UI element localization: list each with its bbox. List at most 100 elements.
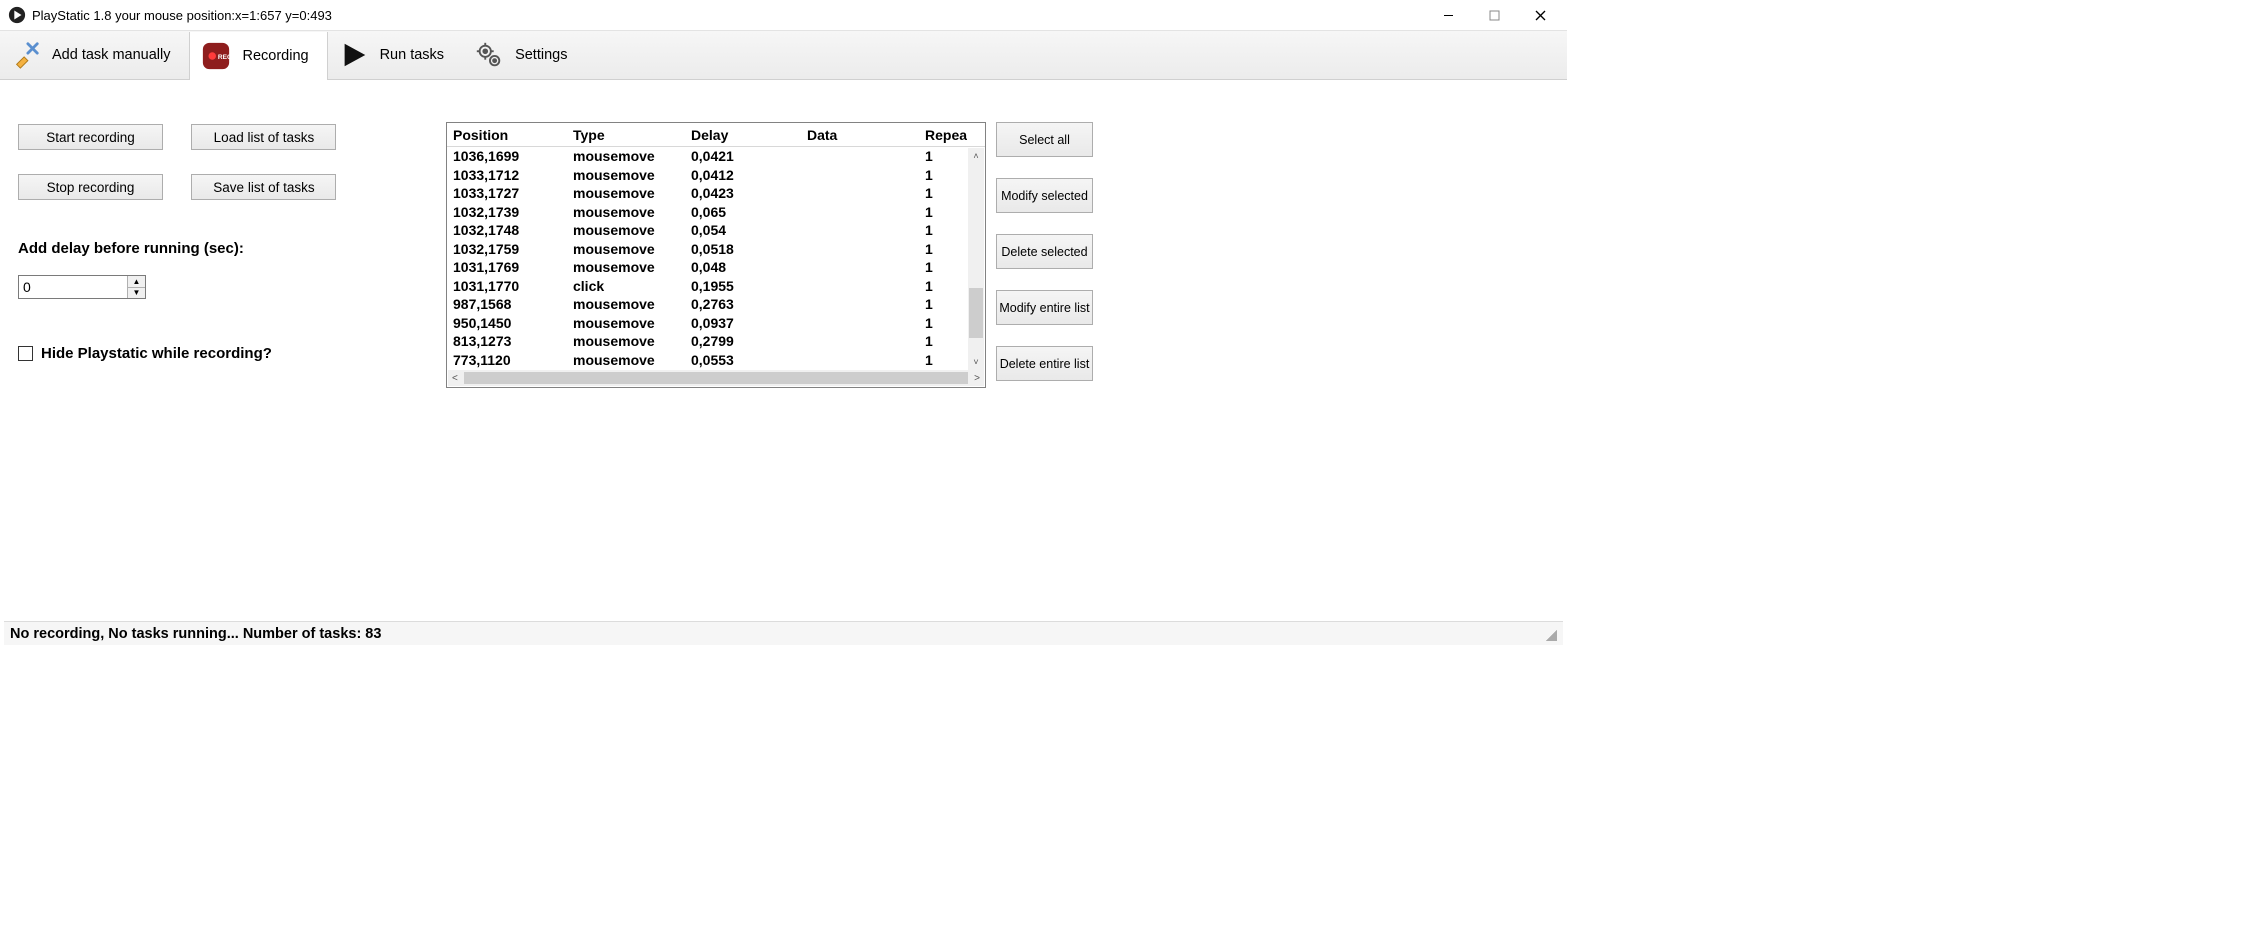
col-position[interactable]: Position: [447, 127, 567, 143]
col-type[interactable]: Type: [567, 127, 685, 143]
cell-type: mousemove: [567, 204, 685, 220]
cell-repeat: 1: [919, 352, 967, 368]
tasks-table[interactable]: Position Type Delay Data Repea 1036,1699…: [446, 122, 986, 388]
start-recording-button[interactable]: Start recording: [18, 124, 163, 150]
hide-checkbox[interactable]: [18, 346, 33, 361]
stop-recording-button[interactable]: Stop recording: [18, 174, 163, 200]
cell-repeat: 1: [919, 204, 967, 220]
table-row[interactable]: 950,1450mousemove0,09371: [447, 314, 985, 333]
spinner-up-icon[interactable]: ▲: [128, 276, 145, 288]
wrench-icon: [10, 39, 42, 71]
hscroll-track[interactable]: [464, 372, 968, 384]
tab-add-task-manually[interactable]: Add task manually: [0, 31, 189, 79]
delay-input[interactable]: [19, 276, 127, 298]
spinner-down-icon[interactable]: ▼: [128, 288, 145, 299]
cell-type: mousemove: [567, 241, 685, 257]
gear-icon: [473, 39, 505, 71]
minimize-button[interactable]: [1425, 0, 1471, 30]
tab-label: Recording: [242, 48, 308, 64]
window-title: PlayStatic 1.8 your mouse position:x=1:6…: [32, 8, 332, 23]
scroll-down-icon[interactable]: ˅: [968, 354, 984, 370]
table-row[interactable]: 1032,1739mousemove0,065 1: [447, 203, 985, 222]
hide-checkbox-label: Hide Playstatic while recording?: [41, 345, 272, 362]
cell-position: 987,1568: [447, 296, 567, 312]
play-icon: [338, 39, 370, 71]
modify-selected-button[interactable]: Modify selected: [996, 178, 1093, 213]
scroll-up-icon[interactable]: ˄: [968, 148, 984, 164]
toolbar: Add task manually REC Recording Run task…: [0, 30, 1567, 80]
cell-delay: 0,2763: [685, 296, 801, 312]
maximize-button[interactable]: [1471, 0, 1517, 30]
col-data[interactable]: Data: [801, 127, 919, 143]
cell-delay: 0,065: [685, 204, 801, 220]
delay-spinner[interactable]: ▲ ▼: [18, 275, 146, 299]
table-row[interactable]: 1033,1712mousemove0,04121: [447, 166, 985, 185]
cell-type: click: [567, 278, 685, 294]
cell-repeat: 1: [919, 259, 967, 275]
cell-type: mousemove: [567, 222, 685, 238]
tab-recording[interactable]: REC Recording: [189, 32, 327, 80]
cell-delay: 0,0518: [685, 241, 801, 257]
right-panel: Select all Modify selected Delete select…: [996, 122, 1093, 402]
scroll-left-icon[interactable]: <: [452, 373, 458, 384]
scroll-thumb[interactable]: [969, 288, 983, 338]
horizontal-scrollbar[interactable]: < >: [448, 370, 984, 386]
cell-type: mousemove: [567, 315, 685, 331]
cell-position: 1036,1699: [447, 148, 567, 164]
load-list-button[interactable]: Load list of tasks: [191, 124, 336, 150]
table-row[interactable]: 987,1568mousemove0,2763 1: [447, 295, 985, 314]
cell-position: 1033,1727: [447, 185, 567, 201]
cell-repeat: 1: [919, 296, 967, 312]
delay-label: Add delay before running (sec):: [18, 240, 438, 257]
cell-position: 1031,1770: [447, 278, 567, 294]
cell-type: mousemove: [567, 259, 685, 275]
col-repeat[interactable]: Repea: [919, 127, 967, 143]
select-all-button[interactable]: Select all: [996, 122, 1093, 157]
table-row[interactable]: 1032,1748mousemove0,0541: [447, 221, 985, 240]
table-row[interactable]: 773,1120mousemove0,05531: [447, 351, 985, 370]
cell-position: 950,1450: [447, 315, 567, 331]
table-row[interactable]: 1036,1699mousemove0,04211: [447, 147, 985, 166]
tab-label: Add task manually: [52, 47, 170, 63]
spinner-arrows[interactable]: ▲ ▼: [127, 276, 145, 298]
table-header[interactable]: Position Type Delay Data Repea: [447, 123, 985, 147]
app-play-icon: [8, 6, 26, 24]
cell-delay: 0,0553: [685, 352, 801, 368]
cell-type: mousemove: [567, 148, 685, 164]
tab-run-tasks[interactable]: Run tasks: [328, 31, 463, 79]
cell-position: 1032,1739: [447, 204, 567, 220]
cell-delay: 0,0412: [685, 167, 801, 183]
tab-label: Run tasks: [380, 47, 444, 63]
cell-type: mousemove: [567, 352, 685, 368]
table-row[interactable]: 813,1273mousemove0,27991: [447, 332, 985, 351]
close-button[interactable]: [1517, 0, 1563, 30]
titlebar: PlayStatic 1.8 your mouse position:x=1:6…: [0, 0, 1567, 30]
cell-delay: 0,048: [685, 259, 801, 275]
scroll-right-icon[interactable]: >: [974, 373, 980, 384]
record-icon: REC: [200, 40, 232, 72]
table-row[interactable]: 1031,1769mousemove0,0481: [447, 258, 985, 277]
cell-delay: 0,1955: [685, 278, 801, 294]
table-body[interactable]: 1036,1699mousemove0,042111033,1712mousem…: [447, 147, 985, 371]
cell-position: 813,1273: [447, 333, 567, 349]
cell-type: mousemove: [567, 333, 685, 349]
cell-type: mousemove: [567, 185, 685, 201]
vertical-scrollbar[interactable]: ˄ ˅: [968, 148, 984, 370]
modify-entire-list-button[interactable]: Modify entire list: [996, 290, 1093, 325]
resize-grip-icon[interactable]: [1543, 627, 1557, 641]
delete-entire-list-button[interactable]: Delete entire list: [996, 346, 1093, 381]
hide-checkbox-row[interactable]: Hide Playstatic while recording?: [18, 345, 438, 362]
save-list-button[interactable]: Save list of tasks: [191, 174, 336, 200]
cell-position: 1033,1712: [447, 167, 567, 183]
tab-settings[interactable]: Settings: [463, 31, 586, 79]
table-row[interactable]: 1032,1759mousemove0,05181: [447, 240, 985, 259]
status-bar: No recording, No tasks running... Number…: [4, 621, 1563, 645]
delete-selected-button[interactable]: Delete selected: [996, 234, 1093, 269]
cell-repeat: 1: [919, 222, 967, 238]
table-row[interactable]: 1033,1727mousemove0,04231: [447, 184, 985, 203]
svg-text:REC: REC: [218, 54, 231, 61]
cell-type: mousemove: [567, 296, 685, 312]
table-row[interactable]: 1031,1770click0,19551: [447, 277, 985, 296]
cell-delay: 0,054: [685, 222, 801, 238]
col-delay[interactable]: Delay: [685, 127, 801, 143]
